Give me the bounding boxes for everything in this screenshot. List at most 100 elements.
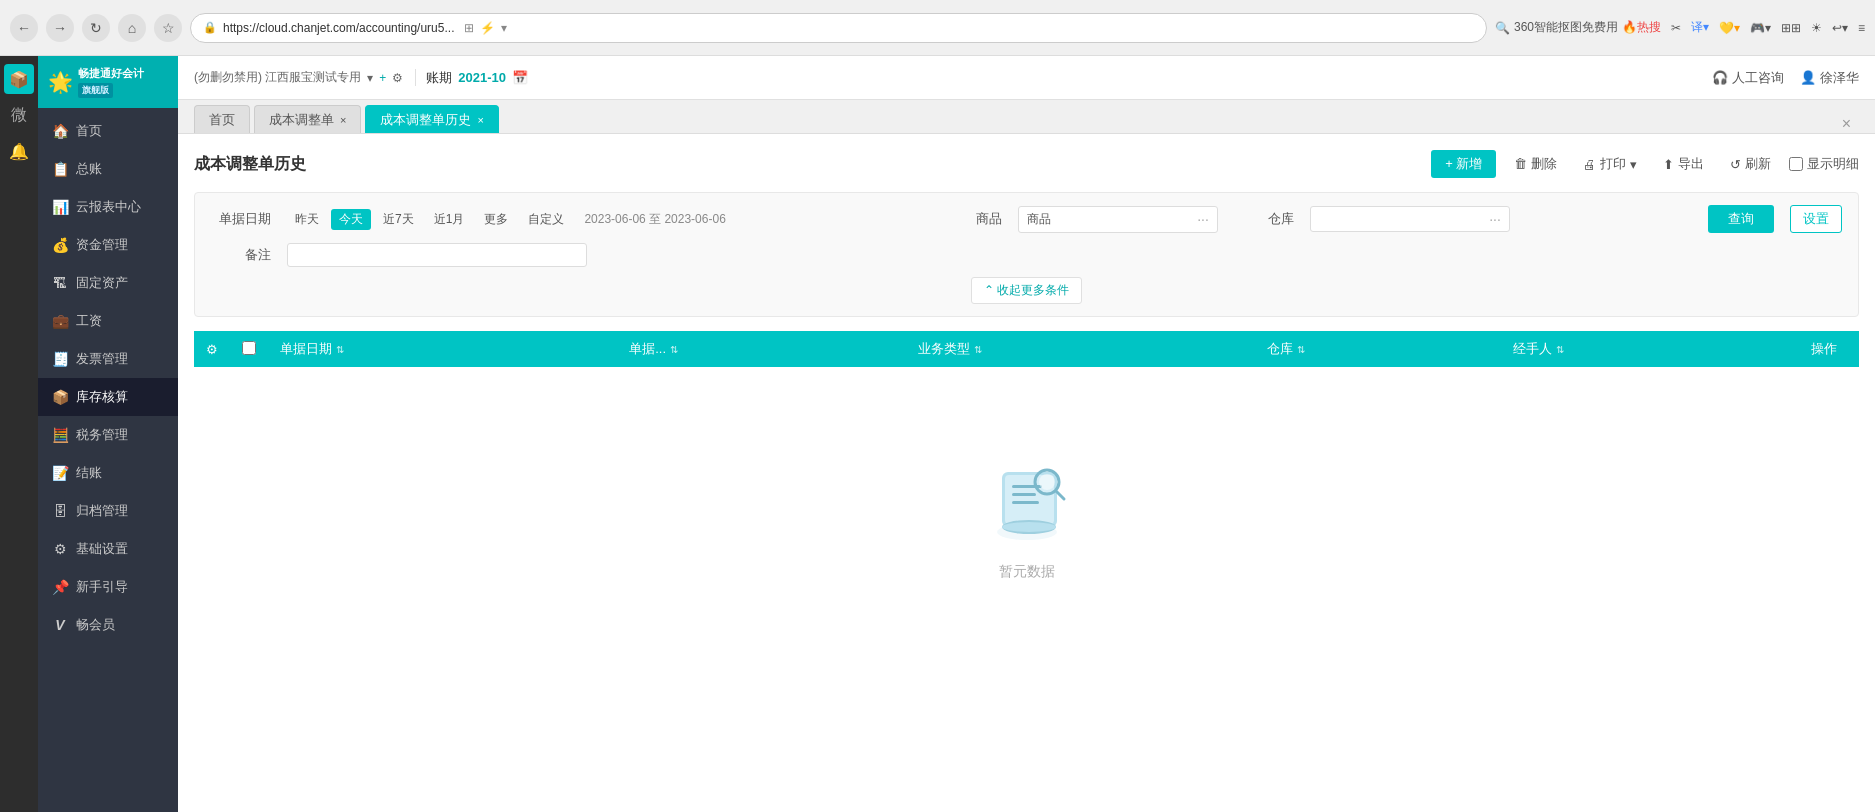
date-tab-custom[interactable]: 自定义 bbox=[520, 209, 572, 230]
icon-rail-active[interactable]: 📦 bbox=[4, 64, 34, 94]
new-button[interactable]: + 新增 bbox=[1431, 150, 1496, 178]
tab-cost-adjust[interactable]: 成本调整单 × bbox=[254, 105, 361, 133]
sidebar-item-inventory[interactable]: 📦 库存核算 bbox=[38, 378, 178, 416]
tab-bar-close[interactable]: × bbox=[1834, 115, 1859, 133]
user-service-btn[interactable]: 🎧 人工咨询 bbox=[1712, 69, 1784, 87]
table-header-row: ⚙ 单据日期 ⇅ 单据... bbox=[194, 331, 1859, 367]
sidebar-item-payroll[interactable]: 💼 工资 bbox=[38, 302, 178, 340]
fixed-assets-icon: 🏗 bbox=[52, 275, 68, 291]
page-title: 成本调整单历史 bbox=[194, 154, 306, 175]
close-all-icon[interactable]: × bbox=[1834, 115, 1859, 133]
sidebar-item-settlement[interactable]: 📝 结账 bbox=[38, 454, 178, 492]
th-no[interactable]: 单据... ⇅ bbox=[617, 331, 906, 367]
calendar-icon: 📅 bbox=[512, 70, 528, 85]
sidebar-item-settings[interactable]: ⚙ 基础设置 bbox=[38, 530, 178, 568]
filter-warehouse-label: 仓库 bbox=[1234, 210, 1294, 228]
sidebar-item-ledger[interactable]: 📋 总账 bbox=[38, 150, 178, 188]
sidebar-item-reports[interactable]: 📊 云报表中心 bbox=[38, 188, 178, 226]
period-selector[interactable]: 账期 2021-10 📅 bbox=[426, 69, 528, 87]
tax-icon: 🧮 bbox=[52, 427, 68, 443]
select-all-checkbox[interactable] bbox=[242, 341, 256, 355]
home-button[interactable]: ⌂ bbox=[118, 14, 146, 42]
tab-cost-adjust-history-label: 成本调整单历史 bbox=[380, 111, 471, 129]
sidebar-item-funds[interactable]: 💰 资金管理 bbox=[38, 226, 178, 264]
sidebar-item-member[interactable]: V 畅会员 bbox=[38, 606, 178, 644]
settings-cog-icon[interactable]: ⚙ bbox=[392, 71, 403, 85]
th-handler[interactable]: 经手人 ⇅ bbox=[1501, 331, 1799, 367]
filter-warehouse-select[interactable]: ··· bbox=[1310, 206, 1510, 232]
svg-line-10 bbox=[1056, 491, 1064, 499]
ledger-icon: 📋 bbox=[52, 161, 68, 177]
display-toggle[interactable]: 显示明细 bbox=[1789, 155, 1859, 173]
svg-rect-6 bbox=[1012, 493, 1036, 496]
user-profile-btn[interactable]: 👤 徐泽华 bbox=[1800, 69, 1859, 87]
url-bar[interactable]: 🔒 https://cloud.chanjet.com/accounting/u… bbox=[190, 13, 1487, 43]
back-button[interactable]: ← bbox=[10, 14, 38, 42]
icon-rail-weibo[interactable]: 微 bbox=[4, 100, 34, 130]
th-date[interactable]: 单据日期 ⇅ bbox=[268, 331, 617, 367]
date-tab-today[interactable]: 今天 bbox=[331, 209, 371, 230]
date-tab-more[interactable]: 更多 bbox=[476, 209, 516, 230]
ssl-icon: 🔒 bbox=[203, 21, 217, 34]
th-warehouse-label: 仓库 bbox=[1267, 340, 1293, 358]
logo-sub: 旗舰版 bbox=[78, 83, 113, 98]
add-company-btn[interactable]: + bbox=[379, 71, 386, 85]
forward-button[interactable]: → bbox=[46, 14, 74, 42]
star-button[interactable]: ☆ bbox=[154, 14, 182, 42]
icon-rail-extra[interactable]: 🔔 bbox=[4, 136, 34, 166]
th-handler-label: 经手人 bbox=[1513, 340, 1552, 358]
invoice-icon: 🧾 bbox=[52, 351, 68, 367]
refresh-button[interactable]: ↻ bbox=[82, 14, 110, 42]
tab-home[interactable]: 首页 bbox=[194, 105, 250, 133]
date-tab-yesterday[interactable]: 昨天 bbox=[287, 209, 327, 230]
sidebar-item-home[interactable]: 🏠 首页 bbox=[38, 112, 178, 150]
th-checkbox[interactable] bbox=[230, 331, 268, 367]
sidebar-item-archive[interactable]: 🗄 归档管理 bbox=[38, 492, 178, 530]
date-tab-1month[interactable]: 近1月 bbox=[426, 209, 473, 230]
sidebar-menu: 🏠 首页 📋 总账 📊 云报表中心 💰 资金管理 🏗 固定资产 💼 工资 bbox=[38, 108, 178, 812]
tab-cost-adjust-close[interactable]: × bbox=[340, 114, 346, 126]
browser-right-tools: 🔍 360智能抠图免费用 🔥热搜 ✂ 译▾ 💛▾ 🎮▾ ⊞⊞ ☀ ↩▾ ≡ bbox=[1495, 19, 1865, 36]
top-bar-right: 🎧 人工咨询 👤 徐泽华 bbox=[1712, 69, 1859, 87]
sidebar-item-label-payroll: 工资 bbox=[76, 312, 102, 330]
collapse-button[interactable]: ⌃ 收起更多条件 bbox=[971, 277, 1082, 304]
th-date-label: 单据日期 bbox=[280, 340, 332, 358]
inventory-icon: 📦 bbox=[52, 389, 68, 405]
company-dropdown-icon: ▾ bbox=[367, 71, 373, 85]
refresh-button-page[interactable]: ↺ 刷新 bbox=[1722, 151, 1779, 177]
filter-goods-select[interactable]: 商品 ··· bbox=[1018, 206, 1218, 233]
th-date-sort-icon: ⇅ bbox=[336, 344, 344, 355]
icon-rail: 📦 微 🔔 bbox=[0, 56, 38, 812]
export-button[interactable]: ⬆ 导出 bbox=[1655, 151, 1712, 177]
sidebar-item-fixed-assets[interactable]: 🏗 固定资产 bbox=[38, 264, 178, 302]
search-icon: 🔍 bbox=[1495, 21, 1510, 35]
tab-cost-adjust-history-close[interactable]: × bbox=[477, 114, 483, 126]
filter-goods-dots[interactable]: ··· bbox=[1197, 211, 1209, 227]
delete-button[interactable]: 🗑 删除 bbox=[1506, 151, 1565, 177]
date-tab-7days[interactable]: 近7天 bbox=[375, 209, 422, 230]
sidebar-item-invoice[interactable]: 🧾 发票管理 bbox=[38, 340, 178, 378]
sidebar-item-label-settlement: 结账 bbox=[76, 464, 102, 482]
sidebar-item-label-inventory: 库存核算 bbox=[76, 388, 128, 406]
grid-icon: ⊞⊞ bbox=[1781, 21, 1801, 35]
sidebar-item-tax[interactable]: 🧮 税务管理 bbox=[38, 416, 178, 454]
th-warehouse[interactable]: 仓库 ⇅ bbox=[1255, 331, 1501, 367]
company-selector[interactable]: (勿删勿禁用) 江西服宝测试专用 ▾ + ⚙ bbox=[194, 69, 416, 86]
url-text: https://cloud.chanjet.com/accounting/uru… bbox=[223, 21, 454, 35]
refresh-icon: ↺ bbox=[1730, 157, 1741, 172]
logo-text: 畅捷通好会计 bbox=[78, 66, 144, 80]
funds-icon: 💰 bbox=[52, 237, 68, 253]
filter-remark-input[interactable] bbox=[287, 243, 587, 267]
tab-cost-adjust-history[interactable]: 成本调整单历史 × bbox=[365, 105, 498, 133]
sidebar-item-guide[interactable]: 📌 新手引导 bbox=[38, 568, 178, 606]
filter-goods-label: 商品 bbox=[942, 210, 1002, 228]
filter-warehouse-dots[interactable]: ··· bbox=[1489, 211, 1501, 227]
display-checkbox[interactable] bbox=[1789, 157, 1803, 171]
archive-icon: 🗄 bbox=[52, 503, 68, 519]
query-button[interactable]: 查询 bbox=[1708, 205, 1774, 233]
search-tool[interactable]: 🔍 360智能抠图免费用 🔥热搜 bbox=[1495, 19, 1661, 36]
settings-button[interactable]: 设置 bbox=[1790, 205, 1842, 233]
print-button[interactable]: 🖨 🖨 打印 打印 ▾ bbox=[1575, 151, 1645, 177]
th-type[interactable]: 业务类型 ⇅ bbox=[906, 331, 1255, 367]
th-gear[interactable]: ⚙ bbox=[194, 331, 230, 367]
